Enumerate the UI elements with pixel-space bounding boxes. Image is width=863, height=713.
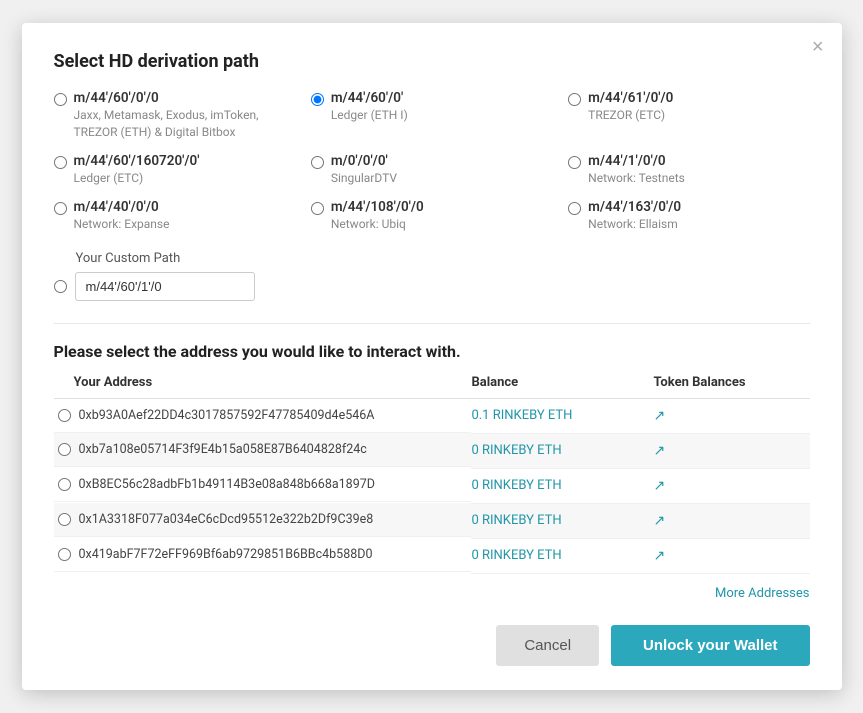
derivation-option-path9: m/44'/163'/0'/0Network: Ellaism bbox=[568, 199, 809, 233]
unlock-button[interactable]: Unlock your Wallet bbox=[611, 625, 809, 666]
address-radio[interactable] bbox=[58, 513, 71, 526]
balance-link[interactable]: 0 RINKEBY ETH bbox=[471, 548, 561, 563]
address-text: 0xb7a108e05714F3f9E4b15a058E87B6404828f2… bbox=[79, 442, 367, 457]
balance-link[interactable]: 0 RINKEBY ETH bbox=[471, 478, 561, 493]
custom-path-radio[interactable] bbox=[54, 280, 67, 293]
custom-path-label: Your Custom Path bbox=[76, 251, 810, 266]
address-cell: 0xB8EC56c28adbFb1b49114B3e08a848b668a189… bbox=[54, 468, 472, 502]
external-link-icon[interactable]: ↗ bbox=[653, 408, 665, 424]
footer-buttons: Cancel Unlock your Wallet bbox=[54, 617, 810, 666]
derivation-radio-path4[interactable] bbox=[54, 156, 67, 169]
address-text: 0xb93A0Aef22DD4c3017857592F47785409d4e54… bbox=[79, 408, 375, 423]
external-link-icon[interactable]: ↗ bbox=[653, 513, 665, 529]
address-section-title: Please select the address you would like… bbox=[54, 342, 810, 361]
balance-cell: 0.1 RINKEBY ETH bbox=[471, 398, 653, 433]
external-link-icon[interactable]: ↗ bbox=[653, 443, 665, 459]
col-address: Your Address bbox=[54, 375, 472, 399]
token-cell: ↗ bbox=[653, 433, 809, 468]
derivation-desc-text: Ledger (ETC) bbox=[74, 170, 200, 187]
balance-link[interactable]: 0 RINKEBY ETH bbox=[471, 513, 561, 528]
derivation-radio-path5[interactable] bbox=[311, 156, 324, 169]
derivation-path-text: m/44'/40'/0'/0 bbox=[74, 199, 170, 215]
derivation-option-path8: m/44'/108'/0'/0Network: Ubiq bbox=[311, 199, 552, 233]
derivation-title: Select HD derivation path bbox=[54, 51, 810, 72]
derivation-desc-text: Jaxx, Metamask, Exodus, imToken, TREZOR … bbox=[74, 107, 295, 141]
balance-link[interactable]: 0 RINKEBY ETH bbox=[471, 443, 561, 458]
custom-path-input[interactable] bbox=[75, 272, 255, 301]
derivation-radio-path2[interactable] bbox=[311, 93, 324, 106]
derivation-option-path6: m/44'/1'/0'/0Network: Testnets bbox=[568, 153, 809, 187]
balance-link[interactable]: 0.1 RINKEBY ETH bbox=[471, 408, 572, 423]
table-row: 0xB8EC56c28adbFb1b49114B3e08a848b668a189… bbox=[54, 468, 810, 503]
address-radio[interactable] bbox=[58, 409, 71, 422]
cancel-button[interactable]: Cancel bbox=[496, 625, 599, 666]
derivation-desc-text: Network: Expanse bbox=[74, 216, 170, 233]
derivation-radio-path8[interactable] bbox=[311, 202, 324, 215]
col-balance: Balance bbox=[471, 375, 653, 399]
derivation-path-text: m/44'/1'/0'/0 bbox=[588, 153, 685, 169]
modal-container: × Select HD derivation path m/44'/60'/0'… bbox=[22, 23, 842, 689]
derivation-radio-path3[interactable] bbox=[568, 93, 581, 106]
table-row: 0x1A3318F077a034eC6cDcd95512e322b2Df9C39… bbox=[54, 503, 810, 538]
derivation-path-text: m/44'/60'/160720'/0' bbox=[74, 153, 200, 169]
token-cell: ↗ bbox=[653, 538, 809, 573]
balance-cell: 0 RINKEBY ETH bbox=[471, 503, 653, 538]
address-radio[interactable] bbox=[58, 478, 71, 491]
balance-cell: 0 RINKEBY ETH bbox=[471, 433, 653, 468]
derivation-radio-path7[interactable] bbox=[54, 202, 67, 215]
more-addresses-container: More Addresses bbox=[54, 582, 810, 601]
derivation-desc-text: SingularDTV bbox=[331, 170, 397, 187]
external-link-icon[interactable]: ↗ bbox=[653, 478, 665, 494]
derivation-option-path3: m/44'/61'/0'/0TREZOR (ETC) bbox=[568, 90, 809, 141]
address-cell: 0xb93A0Aef22DD4c3017857592F47785409d4e54… bbox=[54, 399, 472, 433]
external-link-icon[interactable]: ↗ bbox=[653, 548, 665, 564]
address-cell: 0xb7a108e05714F3f9E4b15a058E87B6404828f2… bbox=[54, 433, 472, 467]
derivation-grid: m/44'/60'/0'/0Jaxx, Metamask, Exodus, im… bbox=[54, 90, 810, 232]
address-radio[interactable] bbox=[58, 548, 71, 561]
address-text: 0x419abF7F72eFF969Bf6ab9729851B6BBc4b588… bbox=[79, 547, 373, 562]
table-row: 0xb93A0Aef22DD4c3017857592F47785409d4e54… bbox=[54, 398, 810, 433]
derivation-option-path4: m/44'/60'/160720'/0'Ledger (ETC) bbox=[54, 153, 295, 187]
derivation-desc-text: TREZOR (ETC) bbox=[588, 107, 673, 124]
table-row: 0x419abF7F72eFF969Bf6ab9729851B6BBc4b588… bbox=[54, 538, 810, 573]
derivation-radio-path9[interactable] bbox=[568, 202, 581, 215]
derivation-path-text: m/0'/0'/0' bbox=[331, 153, 397, 169]
address-cell: 0x419abF7F72eFF969Bf6ab9729851B6BBc4b588… bbox=[54, 538, 472, 572]
derivation-desc-text: Network: Ubiq bbox=[331, 216, 424, 233]
derivation-desc-text: Network: Ellaism bbox=[588, 216, 681, 233]
derivation-option-path5: m/0'/0'/0'SingularDTV bbox=[311, 153, 552, 187]
token-cell: ↗ bbox=[653, 503, 809, 538]
balance-cell: 0 RINKEBY ETH bbox=[471, 538, 653, 573]
derivation-path-text: m/44'/108'/0'/0 bbox=[331, 199, 424, 215]
token-cell: ↗ bbox=[653, 398, 809, 433]
derivation-path-text: m/44'/60'/0'/0 bbox=[74, 90, 295, 106]
address-text: 0xB8EC56c28adbFb1b49114B3e08a848b668a189… bbox=[79, 477, 375, 492]
derivation-desc-text: Ledger (ETH I) bbox=[331, 107, 408, 124]
address-table: Your Address Balance Token Balances 0xb9… bbox=[54, 375, 810, 574]
table-row: 0xb7a108e05714F3f9E4b15a058E87B6404828f2… bbox=[54, 433, 810, 468]
derivation-radio-path1[interactable] bbox=[54, 93, 67, 106]
address-text: 0x1A3318F077a034eC6cDcd95512e322b2Df9C39… bbox=[79, 512, 374, 527]
col-token: Token Balances bbox=[653, 375, 809, 399]
derivation-path-text: m/44'/61'/0'/0 bbox=[588, 90, 673, 106]
derivation-desc-text: Network: Testnets bbox=[588, 170, 685, 187]
close-button[interactable]: × bbox=[812, 37, 824, 57]
derivation-radio-path6[interactable] bbox=[568, 156, 581, 169]
divider bbox=[54, 323, 810, 324]
address-cell: 0x1A3318F077a034eC6cDcd95512e322b2Df9C39… bbox=[54, 503, 472, 537]
derivation-option-path7: m/44'/40'/0'/0Network: Expanse bbox=[54, 199, 295, 233]
balance-cell: 0 RINKEBY ETH bbox=[471, 468, 653, 503]
derivation-option-path1: m/44'/60'/0'/0Jaxx, Metamask, Exodus, im… bbox=[54, 90, 295, 141]
more-addresses-link[interactable]: More Addresses bbox=[715, 586, 810, 601]
derivation-option-path2: m/44'/60'/0'Ledger (ETH I) bbox=[311, 90, 552, 141]
custom-path-section: Your Custom Path bbox=[54, 251, 810, 301]
derivation-path-text: m/44'/60'/0' bbox=[331, 90, 408, 106]
token-cell: ↗ bbox=[653, 468, 809, 503]
address-radio[interactable] bbox=[58, 443, 71, 456]
derivation-path-text: m/44'/163'/0'/0 bbox=[588, 199, 681, 215]
